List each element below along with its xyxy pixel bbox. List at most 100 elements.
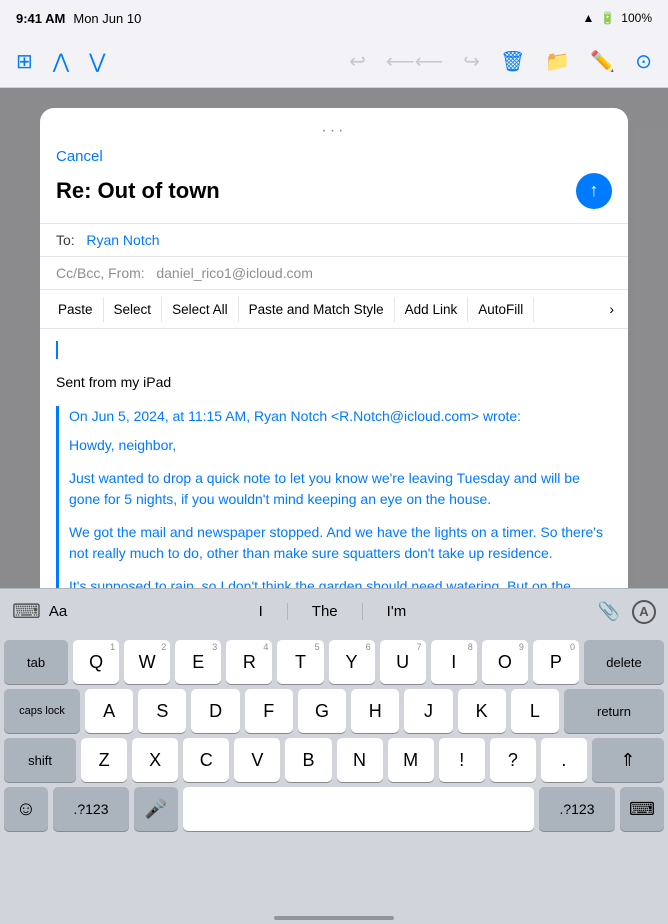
emoji-key[interactable]: ☺ <box>4 787 48 831</box>
key-m[interactable]: M <box>388 738 434 782</box>
quote-header: On Jun 5, 2024, at 11:15 AM, Ryan Notch … <box>69 406 612 427</box>
battery-icon: 🔋 <box>600 11 615 25</box>
key-t[interactable]: 5T <box>277 640 323 684</box>
status-icons: ▲ 🔋 100% <box>582 11 652 25</box>
email-to-row: To: Ryan Notch <box>40 224 628 257</box>
shift-left-key[interactable]: shift <box>4 738 76 782</box>
status-time: 9:41 AM <box>16 11 65 26</box>
key-k[interactable]: K <box>458 689 506 733</box>
key-h[interactable]: H <box>351 689 399 733</box>
tab-key[interactable]: tab <box>4 640 68 684</box>
keyboard-settings-icon[interactable]: ⌨ <box>12 599 41 624</box>
add-link-button[interactable]: Add Link <box>395 297 469 322</box>
key-l[interactable]: L <box>511 689 559 733</box>
context-menu-more-arrow[interactable]: › <box>603 296 620 322</box>
key-c[interactable]: C <box>183 738 229 782</box>
cc-label: Cc/Bcc, From: <box>56 265 145 281</box>
key-question[interactable]: ? <box>490 738 536 782</box>
key-j[interactable]: J <box>404 689 452 733</box>
prev-message-icon[interactable]: ⋀ <box>49 45 73 78</box>
autofill-button[interactable]: AutoFill <box>468 297 534 322</box>
email-subject: Re: Out of town <box>56 178 220 204</box>
trash-icon[interactable]: 🗑 <box>496 45 529 78</box>
reply-all-icon[interactable]: ⟵⟵ <box>382 45 447 78</box>
key-q[interactable]: 1Q <box>73 640 119 684</box>
keyboard-row-2: caps lock A S D F G H J K L return <box>4 689 664 733</box>
context-menu: Paste Select Select All Paste and Match … <box>40 290 628 329</box>
paste-match-button[interactable]: Paste and Match Style <box>239 297 395 322</box>
delete-key[interactable]: delete <box>584 640 664 684</box>
dictation-a-icon[interactable]: A <box>632 600 656 624</box>
num-right-key[interactable]: .?123 <box>539 787 615 831</box>
aa-label[interactable]: Aa <box>49 603 67 620</box>
key-w[interactable]: 2W <box>124 640 170 684</box>
quote-paragraph-1: Howdy, neighbor, <box>69 435 612 456</box>
return-key[interactable]: return <box>564 689 664 733</box>
key-i[interactable]: 8I <box>431 640 477 684</box>
key-u[interactable]: 7U <box>380 640 426 684</box>
text-cursor <box>56 341 58 359</box>
keyboard-row-3: shift Z X C V B N M ! ? . ⇑ <box>4 738 664 782</box>
status-date: Mon Jun 10 <box>73 11 141 26</box>
space-key[interactable] <box>183 787 534 831</box>
key-period[interactable]: . <box>541 738 587 782</box>
next-message-icon[interactable]: ⋁ <box>85 45 109 78</box>
key-g[interactable]: G <box>298 689 346 733</box>
send-button[interactable]: ↑ <box>576 173 612 209</box>
key-exclaim[interactable]: ! <box>439 738 485 782</box>
forward-icon[interactable]: ↪ <box>459 45 484 78</box>
key-x[interactable]: X <box>132 738 178 782</box>
reply-icon[interactable]: ↩ <box>345 45 370 78</box>
to-label: To: <box>56 232 75 248</box>
key-e[interactable]: 3E <box>175 640 221 684</box>
more-icon[interactable]: ⊙ <box>631 45 656 78</box>
select-all-button[interactable]: Select All <box>162 297 239 322</box>
email-cc-row: Cc/Bcc, From: daniel_rico1@icloud.com <box>40 257 628 290</box>
key-f[interactable]: F <box>245 689 293 733</box>
compose-panel: ··· Cancel Re: Out of town ↑ To: Ryan No… <box>40 108 628 634</box>
key-n[interactable]: N <box>337 738 383 782</box>
top-toolbar: ⊞ ⋀ ⋁ ↩ ⟵⟵ ↪ 🗑 📁 ✏️ ⊙ <box>0 36 668 88</box>
key-a[interactable]: A <box>85 689 133 733</box>
key-r[interactable]: 4R <box>226 640 272 684</box>
select-button[interactable]: Select <box>104 297 163 322</box>
key-d[interactable]: D <box>191 689 239 733</box>
key-v[interactable]: V <box>234 738 280 782</box>
folder-icon[interactable]: 📁 <box>541 45 574 78</box>
from-email: daniel_rico1@icloud.com <box>156 265 313 281</box>
sent-from-text: Sent from my iPad <box>56 374 612 390</box>
key-z[interactable]: Z <box>81 738 127 782</box>
drag-dots: ··· <box>322 122 347 140</box>
key-o[interactable]: 9O <box>482 640 528 684</box>
quote-paragraph-2: Just wanted to drop a quick note to let … <box>69 468 612 510</box>
sidebar-icon[interactable]: ⊞ <box>12 45 37 78</box>
paste-button[interactable]: Paste <box>48 297 104 322</box>
key-y[interactable]: 6Y <box>329 640 375 684</box>
status-bar: 9:41 AM Mon Jun 10 ▲ 🔋 100% <box>0 0 668 36</box>
wifi-icon: ▲ <box>582 11 594 25</box>
autocorrect-word-1[interactable]: I <box>235 603 287 620</box>
autocorrect-word-2[interactable]: The <box>287 603 362 620</box>
key-b[interactable]: B <box>285 738 331 782</box>
battery-percent: 100% <box>621 11 652 25</box>
mic-key[interactable]: 🎤 <box>134 787 178 831</box>
keyboard-row-1: tab 1Q 2W 3E 4R 5T 6Y 7U 8I <box>4 640 664 684</box>
autocorrect-word-3[interactable]: I'm <box>362 603 431 620</box>
shift-right-key[interactable]: ⇑ <box>592 738 664 782</box>
autocorrect-bar: ⌨ Aa I The I'm 📎 A <box>0 588 668 634</box>
key-p[interactable]: 0P <box>533 640 579 684</box>
home-indicator <box>274 916 394 920</box>
attachment-icon[interactable]: 📎 <box>598 601 620 622</box>
drag-handle: ··· <box>56 122 612 140</box>
to-name[interactable]: Ryan Notch <box>86 232 159 248</box>
keyboard: tab 1Q 2W 3E 4R 5T 6Y 7U 8I <box>0 634 668 924</box>
num-left-key[interactable]: .?123 <box>53 787 129 831</box>
keyboard-dismiss-key[interactable]: ⌨ <box>620 787 664 831</box>
compose-icon[interactable]: ✏️ <box>586 45 619 78</box>
key-s[interactable]: S <box>138 689 186 733</box>
caps-lock-key[interactable]: caps lock <box>4 689 80 733</box>
cancel-button[interactable]: Cancel <box>56 148 612 165</box>
keyboard-bottom-row: ☺ .?123 🎤 .?123 ⌨ <box>0 787 668 839</box>
autocorrect-words: I The I'm <box>67 603 597 620</box>
send-icon: ↑ <box>590 180 599 201</box>
